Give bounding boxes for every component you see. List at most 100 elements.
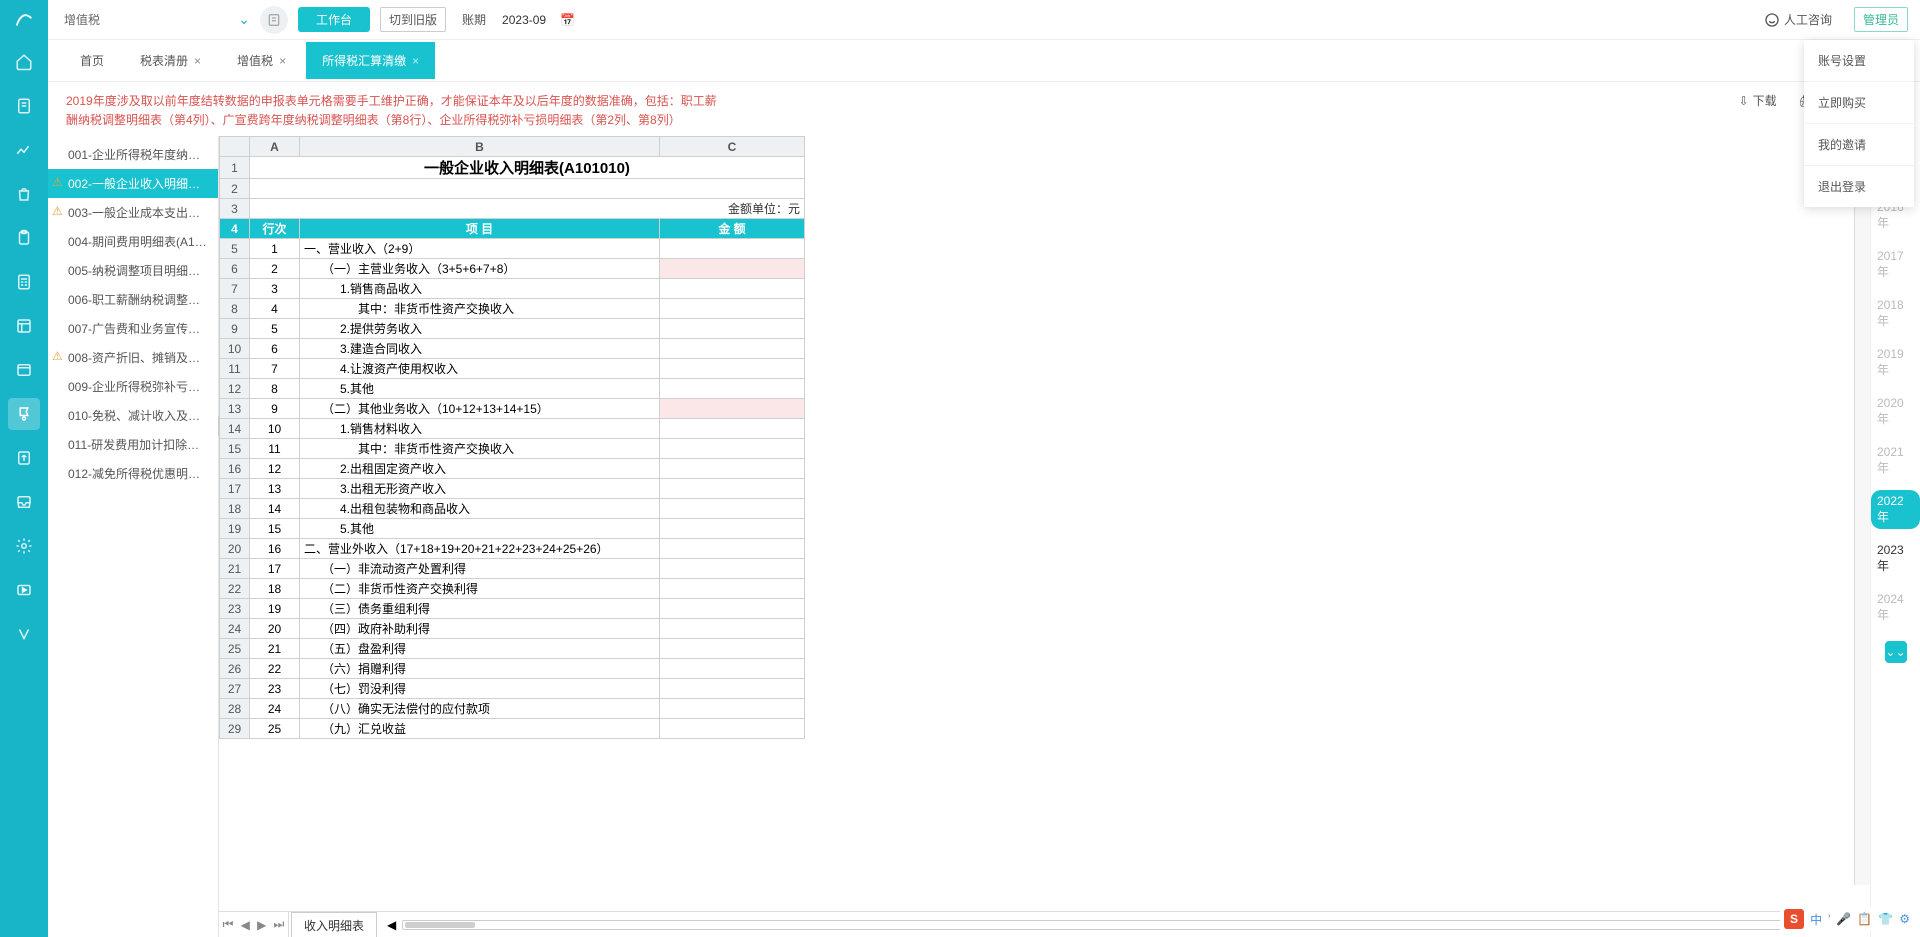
form-list-item[interactable]: 007-广告费和业务宣传费跨... bbox=[48, 314, 218, 343]
amount-cell[interactable] bbox=[660, 619, 805, 639]
row-header[interactable]: 25 bbox=[220, 639, 250, 659]
item-cell[interactable]: 一、营业收入（2+9） bbox=[300, 239, 660, 259]
nav-template-icon[interactable] bbox=[8, 310, 40, 342]
amount-cell[interactable] bbox=[660, 679, 805, 699]
nav-v-icon[interactable] bbox=[8, 618, 40, 650]
row-header[interactable]: 6 bbox=[220, 259, 250, 279]
item-cell[interactable]: （一）非流动资产处置利得 bbox=[300, 559, 660, 579]
row-header[interactable]: 15 bbox=[220, 439, 250, 459]
row-header[interactable]: 20 bbox=[220, 539, 250, 559]
menu-invitations[interactable]: 我的邀请 bbox=[1804, 124, 1914, 166]
sheet-first-icon[interactable]: ⏮ bbox=[223, 917, 234, 932]
year-more-icon[interactable]: ⌄⌄ bbox=[1885, 641, 1907, 663]
column-header[interactable]: A bbox=[250, 137, 300, 157]
calendar-icon[interactable]: 📅 bbox=[560, 13, 575, 27]
amount-cell[interactable] bbox=[660, 299, 805, 319]
ime-settings-icon[interactable]: ⚙ bbox=[1899, 912, 1910, 926]
item-cell[interactable]: 1.销售材料收入 bbox=[300, 419, 660, 439]
form-list-item[interactable]: 010-免税、减计收入及加计... bbox=[48, 401, 218, 430]
item-cell[interactable]: 2.出租固定资产收入 bbox=[300, 459, 660, 479]
form-list-item[interactable]: 009-企业所得税弥补亏损明... bbox=[48, 372, 218, 401]
row-header[interactable]: 24 bbox=[220, 619, 250, 639]
nav-window-icon[interactable] bbox=[8, 354, 40, 386]
nav-settings-icon[interactable] bbox=[8, 530, 40, 562]
row-header[interactable]: 22 bbox=[220, 579, 250, 599]
amount-cell[interactable] bbox=[660, 499, 805, 519]
amount-cell[interactable] bbox=[660, 639, 805, 659]
row-header[interactable]: 23 bbox=[220, 599, 250, 619]
amount-cell[interactable] bbox=[660, 579, 805, 599]
nav-export-icon[interactable] bbox=[8, 442, 40, 474]
amount-cell[interactable] bbox=[660, 379, 805, 399]
consult-button[interactable]: 人工咨询 bbox=[1764, 11, 1832, 28]
download-button[interactable]: ⇩ 下载 bbox=[1739, 92, 1777, 109]
row-header[interactable]: 12 bbox=[220, 379, 250, 399]
item-cell[interactable]: 5.其他 bbox=[300, 379, 660, 399]
sheet-prev-icon[interactable]: ◀ bbox=[241, 918, 250, 932]
ime-item[interactable]: 中 bbox=[1810, 911, 1822, 928]
row-header[interactable]: 1 bbox=[220, 157, 250, 179]
item-cell[interactable]: 二、营业外收入（17+18+19+20+21+22+23+24+25+26） bbox=[300, 539, 660, 559]
year-item[interactable]: 2020年 bbox=[1871, 392, 1920, 431]
switch-old-button[interactable]: 切到旧版 bbox=[380, 7, 446, 32]
amount-cell[interactable] bbox=[660, 339, 805, 359]
tab-home[interactable]: 首页 bbox=[64, 42, 120, 79]
item-cell[interactable]: 2.提供劳务收入 bbox=[300, 319, 660, 339]
nav-video-icon[interactable] bbox=[8, 574, 40, 606]
scroll-left-icon[interactable]: ◀ bbox=[387, 918, 396, 932]
item-cell[interactable]: （二）其他业务收入（10+12+13+14+15） bbox=[300, 399, 660, 419]
amount-cell[interactable] bbox=[660, 399, 805, 419]
row-header[interactable]: 26 bbox=[220, 659, 250, 679]
form-list-item[interactable]: 012-减免所得税优惠明细表(... bbox=[48, 459, 218, 488]
ime-item[interactable]: ' bbox=[1828, 912, 1830, 926]
amount-cell[interactable] bbox=[660, 439, 805, 459]
nav-doc-icon[interactable] bbox=[8, 90, 40, 122]
form-list-item[interactable]: 004-期间费用明细表(A1040... bbox=[48, 227, 218, 256]
amount-cell[interactable] bbox=[660, 479, 805, 499]
item-cell[interactable]: （一）主营业务收入（3+5+6+7+8） bbox=[300, 259, 660, 279]
year-item[interactable]: 2018年 bbox=[1871, 294, 1920, 333]
year-item[interactable]: 2022年 bbox=[1871, 490, 1920, 529]
item-cell[interactable]: （六）捐赠利得 bbox=[300, 659, 660, 679]
nav-bag-icon[interactable] bbox=[8, 178, 40, 210]
column-header[interactable]: B bbox=[300, 137, 660, 157]
item-cell[interactable]: （八）确实无法偿付的应付款项 bbox=[300, 699, 660, 719]
row-header[interactable]: 4 bbox=[220, 219, 250, 239]
row-header[interactable]: 17 bbox=[220, 479, 250, 499]
item-cell[interactable]: （九）汇兑收益 bbox=[300, 719, 660, 739]
admin-button[interactable]: 管理员 bbox=[1854, 7, 1908, 32]
nav-clipboard-icon[interactable] bbox=[8, 222, 40, 254]
row-header[interactable]: 2 bbox=[220, 179, 250, 199]
row-header[interactable]: 27 bbox=[220, 679, 250, 699]
form-list-item[interactable]: 006-职工薪酬纳税调整明细... bbox=[48, 285, 218, 314]
amount-cell[interactable] bbox=[660, 239, 805, 259]
year-item[interactable]: 2019年 bbox=[1871, 343, 1920, 382]
form-list-item[interactable]: 001-企业所得税年度纳税申... bbox=[48, 140, 218, 169]
nav-home-icon[interactable] bbox=[8, 46, 40, 78]
row-header[interactable]: 10 bbox=[220, 339, 250, 359]
item-cell[interactable]: 1.销售商品收入 bbox=[300, 279, 660, 299]
item-cell[interactable]: （二）非货币性资产交换利得 bbox=[300, 579, 660, 599]
amount-cell[interactable] bbox=[660, 359, 805, 379]
item-cell[interactable]: 其中：非货币性资产交换收入 bbox=[300, 439, 660, 459]
item-cell[interactable]: （四）政府补助利得 bbox=[300, 619, 660, 639]
year-item[interactable]: 2023年 bbox=[1871, 539, 1920, 578]
nav-inbox-icon[interactable] bbox=[8, 486, 40, 518]
form-list-item[interactable]: 005-纳税调整项目明细表(A1... bbox=[48, 256, 218, 285]
sheet-tab[interactable]: 收入明细表 bbox=[291, 912, 377, 937]
menu-logout[interactable]: 退出登录 bbox=[1804, 166, 1914, 207]
nav-chart-icon[interactable] bbox=[8, 134, 40, 166]
row-header[interactable]: 19 bbox=[220, 519, 250, 539]
row-header[interactable]: 16 bbox=[220, 459, 250, 479]
vertical-scrollbar[interactable] bbox=[1854, 154, 1870, 885]
tab-income-tax[interactable]: 所得税汇算清缴× bbox=[306, 42, 435, 79]
item-cell[interactable]: （七）罚没利得 bbox=[300, 679, 660, 699]
close-icon[interactable]: × bbox=[194, 54, 201, 68]
row-header[interactable]: 14 bbox=[220, 419, 250, 439]
row-header[interactable]: 7 bbox=[220, 279, 250, 299]
close-icon[interactable]: × bbox=[412, 54, 419, 68]
menu-account-settings[interactable]: 账号设置 bbox=[1804, 40, 1914, 82]
form-list-item[interactable]: 011-研发费用加计扣除优惠... bbox=[48, 430, 218, 459]
row-header[interactable]: 28 bbox=[220, 699, 250, 719]
amount-cell[interactable] bbox=[660, 719, 805, 739]
